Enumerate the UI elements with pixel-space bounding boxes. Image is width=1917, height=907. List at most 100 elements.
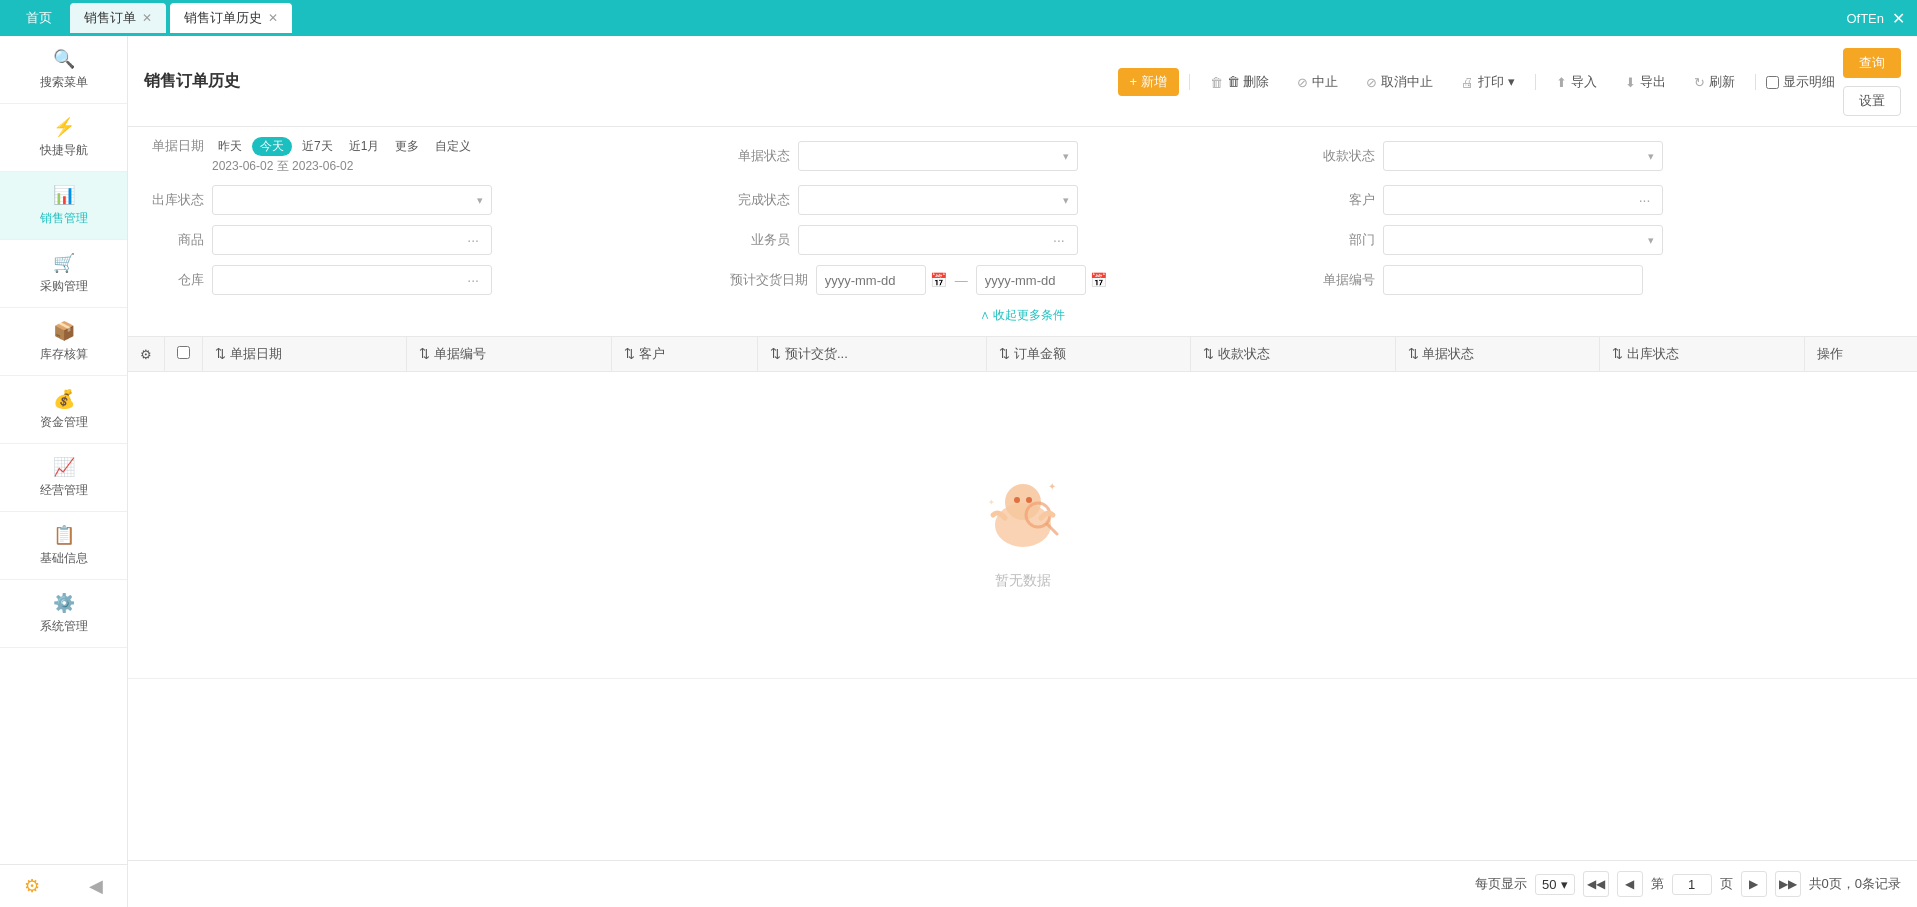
th-amount[interactable]: ⇅ 订单金额 bbox=[986, 337, 1190, 372]
th-receipt-status[interactable]: ⇅ 收款状态 bbox=[1191, 337, 1395, 372]
calendar-start-icon[interactable]: 📅 bbox=[930, 272, 947, 288]
th-checkbox[interactable] bbox=[165, 337, 203, 372]
topbar-close-icon[interactable]: ✕ bbox=[1892, 9, 1905, 28]
th-bill-no[interactable]: ⇅ 单据编号 bbox=[407, 337, 611, 372]
goods-input[interactable]: ··· bbox=[212, 225, 492, 255]
sidebar-item-purchase[interactable]: 🛒 采购管理 bbox=[0, 240, 127, 308]
filter-row-3: 商品 ··· 业务员 ··· 部门 bbox=[144, 225, 1901, 255]
cancel-stop-button[interactable]: ⊘ 取消中止 bbox=[1356, 69, 1443, 95]
svg-point-2 bbox=[1014, 497, 1020, 503]
tab-home[interactable]: 首页 bbox=[12, 3, 66, 33]
page-number-input[interactable] bbox=[1672, 874, 1712, 895]
date-custom-chip[interactable]: 自定义 bbox=[429, 137, 477, 156]
sidebar-item-management[interactable]: 📈 经营管理 bbox=[0, 444, 127, 512]
date-7days-chip[interactable]: 近7天 bbox=[296, 137, 339, 156]
date-1month-chip[interactable]: 近1月 bbox=[343, 137, 386, 156]
divider-1 bbox=[1189, 74, 1190, 90]
warehouse-input[interactable]: ··· bbox=[212, 265, 492, 295]
out-status-select[interactable]: ▾ bbox=[212, 185, 492, 215]
delivery-date-label: 预计交货日期 bbox=[730, 271, 816, 289]
filter-cell-bill-status: 单据状态 ▾ bbox=[730, 141, 1316, 171]
receipt-status-select[interactable]: ▾ bbox=[1383, 141, 1663, 171]
last-page-button[interactable]: ▶▶ bbox=[1775, 871, 1801, 897]
per-page-label: 每页显示 bbox=[1475, 875, 1527, 893]
purchase-icon: 🛒 bbox=[53, 252, 75, 274]
new-button[interactable]: + 新增 bbox=[1118, 68, 1179, 96]
set-button[interactable]: 设置 bbox=[1843, 86, 1901, 116]
date-today-chip[interactable]: 今天 bbox=[252, 137, 292, 156]
sidebar-item-sales[interactable]: 📊 销售管理 bbox=[0, 172, 127, 240]
date-more-chip[interactable]: 更多 bbox=[389, 137, 425, 156]
export-button[interactable]: ⬇ 导出 bbox=[1615, 69, 1676, 95]
goods-ellipsis[interactable]: ··· bbox=[463, 232, 483, 248]
sort-delivery-icon: ⇅ bbox=[770, 346, 781, 361]
filter-cell-out-status: 出库状态 ▾ bbox=[144, 185, 730, 215]
show-detail-checkbox[interactable] bbox=[1766, 76, 1779, 89]
filter-row-2: 出库状态 ▾ 完成状态 ▾ 客户 bbox=[144, 185, 1901, 215]
show-detail-label[interactable]: 显示明细 bbox=[1766, 73, 1835, 91]
th-settings[interactable]: ⚙ bbox=[128, 337, 165, 372]
salesman-input[interactable]: ··· bbox=[798, 225, 1078, 255]
sidebar-item-basic-info[interactable]: 📋 基础信息 bbox=[0, 512, 127, 580]
th-bill-status[interactable]: ⇅ 单据状态 bbox=[1395, 337, 1599, 372]
bill-no-input[interactable] bbox=[1383, 265, 1643, 295]
import-button[interactable]: ⬆ 导入 bbox=[1546, 69, 1607, 95]
refresh-button[interactable]: ↻ 刷新 bbox=[1684, 69, 1745, 95]
sidebar-item-purchase-label: 采购管理 bbox=[40, 278, 88, 295]
pagination: 每页显示 50 ▾ ◀◀ ◀ 第 页 ▶ ▶▶ 共0页，0条记录 bbox=[128, 860, 1917, 907]
filter-cell-goods: 商品 ··· bbox=[144, 225, 730, 255]
sidebar-item-management-label: 经营管理 bbox=[40, 482, 88, 499]
delete-button[interactable]: 🗑 🗑 删除 bbox=[1200, 69, 1280, 95]
th-delivery-date[interactable]: ⇅ 预计交货... bbox=[758, 337, 987, 372]
stop-button[interactable]: ⊘ 中止 bbox=[1287, 69, 1348, 95]
svg-point-3 bbox=[1026, 497, 1032, 503]
empty-state: ✦ ✦ 暂无数据 bbox=[140, 380, 1905, 670]
salesman-ellipsis[interactable]: ··· bbox=[1049, 232, 1069, 248]
sidebar-item-inventory[interactable]: 📦 库存核算 bbox=[0, 308, 127, 376]
sidebar-item-system[interactable]: ⚙️ 系统管理 bbox=[0, 580, 127, 648]
delivery-end-input[interactable] bbox=[976, 265, 1086, 295]
print-button[interactable]: 🖨 打印 ▾ bbox=[1451, 69, 1525, 95]
often-label: OfTEn bbox=[1846, 11, 1884, 26]
next-page-button[interactable]: ▶ bbox=[1741, 871, 1767, 897]
total-records-label: 共0页，0条记录 bbox=[1809, 875, 1901, 893]
bill-status-select[interactable]: ▾ bbox=[798, 141, 1078, 171]
collapse-sidebar-icon[interactable]: ◀ bbox=[89, 875, 103, 897]
sidebar-item-finance-label: 资金管理 bbox=[40, 414, 88, 431]
date-yesterday-chip[interactable]: 昨天 bbox=[212, 137, 248, 156]
customer-label: 客户 bbox=[1315, 191, 1383, 209]
empty-illustration: ✦ ✦ bbox=[963, 460, 1083, 560]
th-date[interactable]: ⇅ 单据日期 bbox=[203, 337, 407, 372]
prev-page-button[interactable]: ◀ bbox=[1617, 871, 1643, 897]
select-all-checkbox[interactable] bbox=[177, 346, 190, 359]
complete-status-select[interactable]: ▾ bbox=[798, 185, 1078, 215]
stop-icon: ⊘ bbox=[1297, 75, 1308, 90]
query-button[interactable]: 查询 bbox=[1843, 48, 1901, 78]
per-page-value: 50 bbox=[1542, 877, 1556, 892]
filter-area: 单据日期 昨天 今天 近7天 近1月 更多 自定义 2023-06-02 至 2… bbox=[128, 127, 1917, 337]
settings-bottom-icon[interactable]: ⚙ bbox=[24, 875, 40, 897]
sidebar-item-finance[interactable]: 💰 资金管理 bbox=[0, 376, 127, 444]
page-title: 销售订单历史 bbox=[144, 71, 240, 104]
close-tab-sales-order-history[interactable]: ✕ bbox=[268, 11, 278, 25]
tab-sales-order-history[interactable]: 销售订单历史 ✕ bbox=[170, 3, 292, 33]
calendar-end-icon[interactable]: 📅 bbox=[1090, 272, 1107, 288]
sidebar-item-search[interactable]: 🔍 搜索菜单 bbox=[0, 36, 127, 104]
filter-cell-complete-status: 完成状态 ▾ bbox=[730, 185, 1316, 215]
delivery-start-input[interactable] bbox=[816, 265, 926, 295]
bill-status-chevron: ▾ bbox=[1063, 150, 1069, 163]
customer-ellipsis[interactable]: ··· bbox=[1635, 192, 1655, 208]
sidebar-item-quicknav[interactable]: ⚡ 快捷导航 bbox=[0, 104, 127, 172]
tab-sales-order[interactable]: 销售订单 ✕ bbox=[70, 3, 166, 33]
close-tab-sales-order[interactable]: ✕ bbox=[142, 11, 152, 25]
department-select[interactable]: ▾ bbox=[1383, 225, 1663, 255]
warehouse-ellipsis[interactable]: ··· bbox=[463, 272, 483, 288]
collapse-bar[interactable]: ∧ 收起更多条件 bbox=[144, 305, 1901, 326]
th-customer[interactable]: ⇅ 客户 bbox=[611, 337, 757, 372]
top-bar-right: OfTEn ✕ bbox=[1846, 9, 1905, 28]
customer-input[interactable]: ··· bbox=[1383, 185, 1663, 215]
th-operation: 操作 bbox=[1804, 337, 1917, 372]
th-out-status[interactable]: ⇅ 出库状态 bbox=[1600, 337, 1804, 372]
first-page-button[interactable]: ◀◀ bbox=[1583, 871, 1609, 897]
per-page-select[interactable]: 50 ▾ bbox=[1535, 874, 1574, 895]
